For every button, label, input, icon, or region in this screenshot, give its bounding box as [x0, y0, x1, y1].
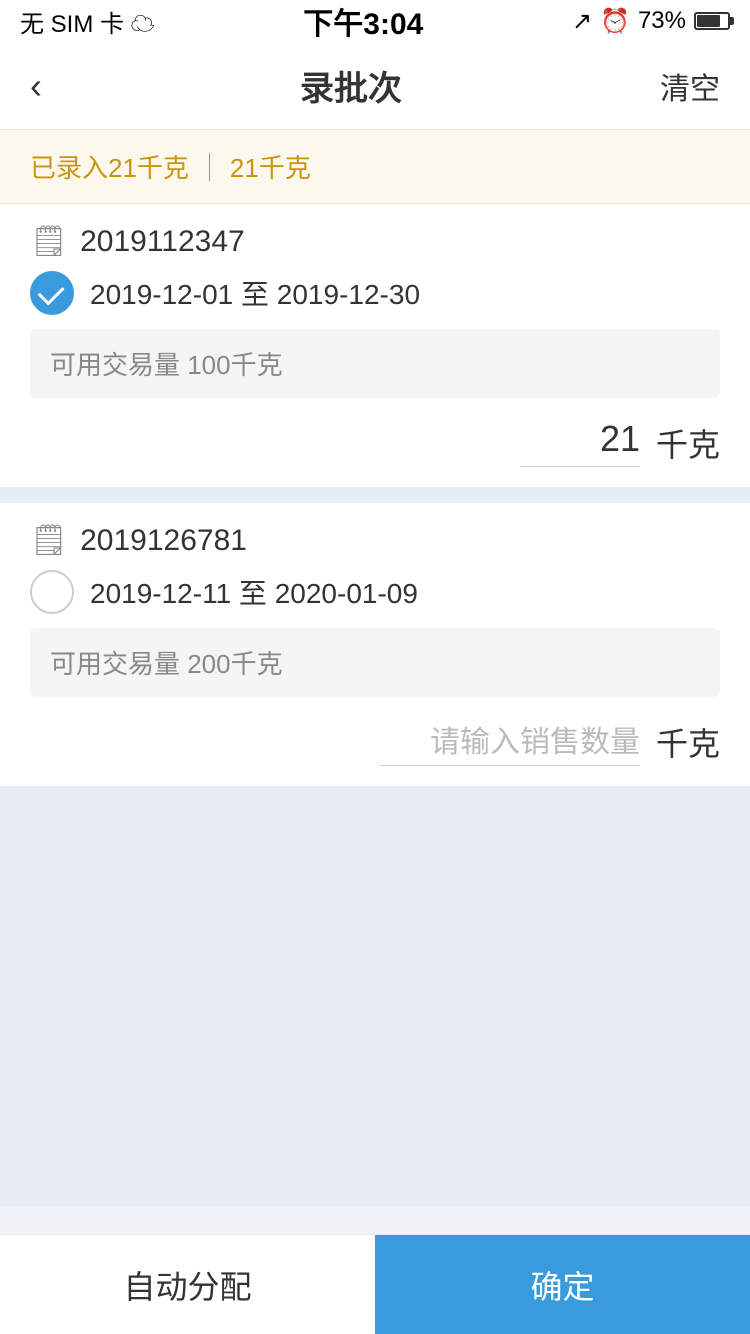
nav-bar: ‹ 录批次 清空 — [0, 42, 750, 130]
batch-icon-1: 🗒 — [30, 224, 68, 259]
confirm-button[interactable]: 确定 — [375, 1235, 750, 1334]
quantity-unit-1: 千克 — [656, 420, 720, 466]
status-right: ↗ ⏰ 73% — [572, 7, 730, 36]
batch-header-1: 🗒 2019112347 — [30, 224, 720, 259]
status-bar: 无 SIM 卡 ☁ 下午3:04 ↗ ⏰ 73% — [0, 0, 750, 42]
empty-area — [0, 786, 750, 1206]
batch-card-1: 🗒 2019112347 2019-12-01 至 2019-12-30 可用交… — [0, 204, 750, 487]
quantity-value-1[interactable]: 21 — [560, 418, 640, 460]
battery-icon — [694, 12, 730, 30]
main-content: 🗒 2019112347 2019-12-01 至 2019-12-30 可用交… — [0, 204, 750, 1306]
info-banner: 已录入21千克 21千克 — [0, 130, 750, 204]
recorded-value: 21千克 — [230, 148, 311, 185]
batch-number-1: 2019112347 — [80, 225, 245, 259]
batch-number-2: 2019126781 — [80, 524, 247, 558]
sim-status: 无 SIM 卡 ☁ — [20, 4, 155, 39]
batch-info-box-1: 可用交易量 100千克 — [30, 329, 720, 398]
location-icon: ↗ — [572, 7, 592, 36]
batch-icon-2: 🗒 — [30, 523, 68, 558]
batch-item-1: 🗒 2019112347 2019-12-01 至 2019-12-30 可用交… — [0, 204, 750, 398]
quantity-underline-1 — [520, 466, 640, 467]
batch-date-2: 2019-12-11 至 2020-01-09 — [90, 572, 418, 612]
quantity-row-1: 21 千克 — [0, 398, 750, 487]
auto-assign-button[interactable]: 自动分配 — [0, 1235, 375, 1334]
batch-card-2: 🗒 2019126781 2019-12-11 至 2020-01-09 可用交… — [0, 503, 750, 786]
quantity-input-wrap-1: 21 — [520, 418, 640, 467]
batch-date-row-1: 2019-12-01 至 2019-12-30 — [30, 271, 720, 315]
placeholder-wrap-2: 请输入销售数量 — [380, 717, 640, 766]
batch-date-1: 2019-12-01 至 2019-12-30 — [90, 273, 420, 313]
quantity-unit-2: 千克 — [656, 719, 720, 765]
placeholder-underline-2 — [380, 765, 640, 766]
page-title: 录批次 — [300, 61, 402, 110]
batch-radio-1[interactable] — [30, 271, 74, 315]
alarm-icon: ⏰ — [600, 7, 630, 36]
bottom-bar: 自动分配 确定 — [0, 1234, 750, 1334]
banner-divider — [209, 153, 210, 181]
placeholder-input-2[interactable]: 请输入销售数量 — [430, 717, 640, 761]
status-left: 无 SIM 卡 ☁ — [20, 4, 155, 39]
batch-item-2: 🗒 2019126781 2019-12-11 至 2020-01-09 可用交… — [0, 503, 750, 697]
placeholder-row-2: 请输入销售数量 千克 — [0, 697, 750, 786]
batch-date-row-2: 2019-12-11 至 2020-01-09 — [30, 570, 720, 614]
battery-percent: 73% — [638, 7, 686, 35]
status-time: 下午3:04 — [303, 0, 423, 43]
batch-radio-2[interactable] — [30, 570, 74, 614]
batch-info-box-2: 可用交易量 200千克 — [30, 628, 720, 697]
back-button[interactable]: ‹ — [30, 65, 42, 107]
section-divider — [0, 487, 750, 503]
clear-button[interactable]: 清空 — [660, 64, 720, 108]
recorded-label: 已录入21千克 — [30, 148, 189, 185]
batch-header-2: 🗒 2019126781 — [30, 523, 720, 558]
